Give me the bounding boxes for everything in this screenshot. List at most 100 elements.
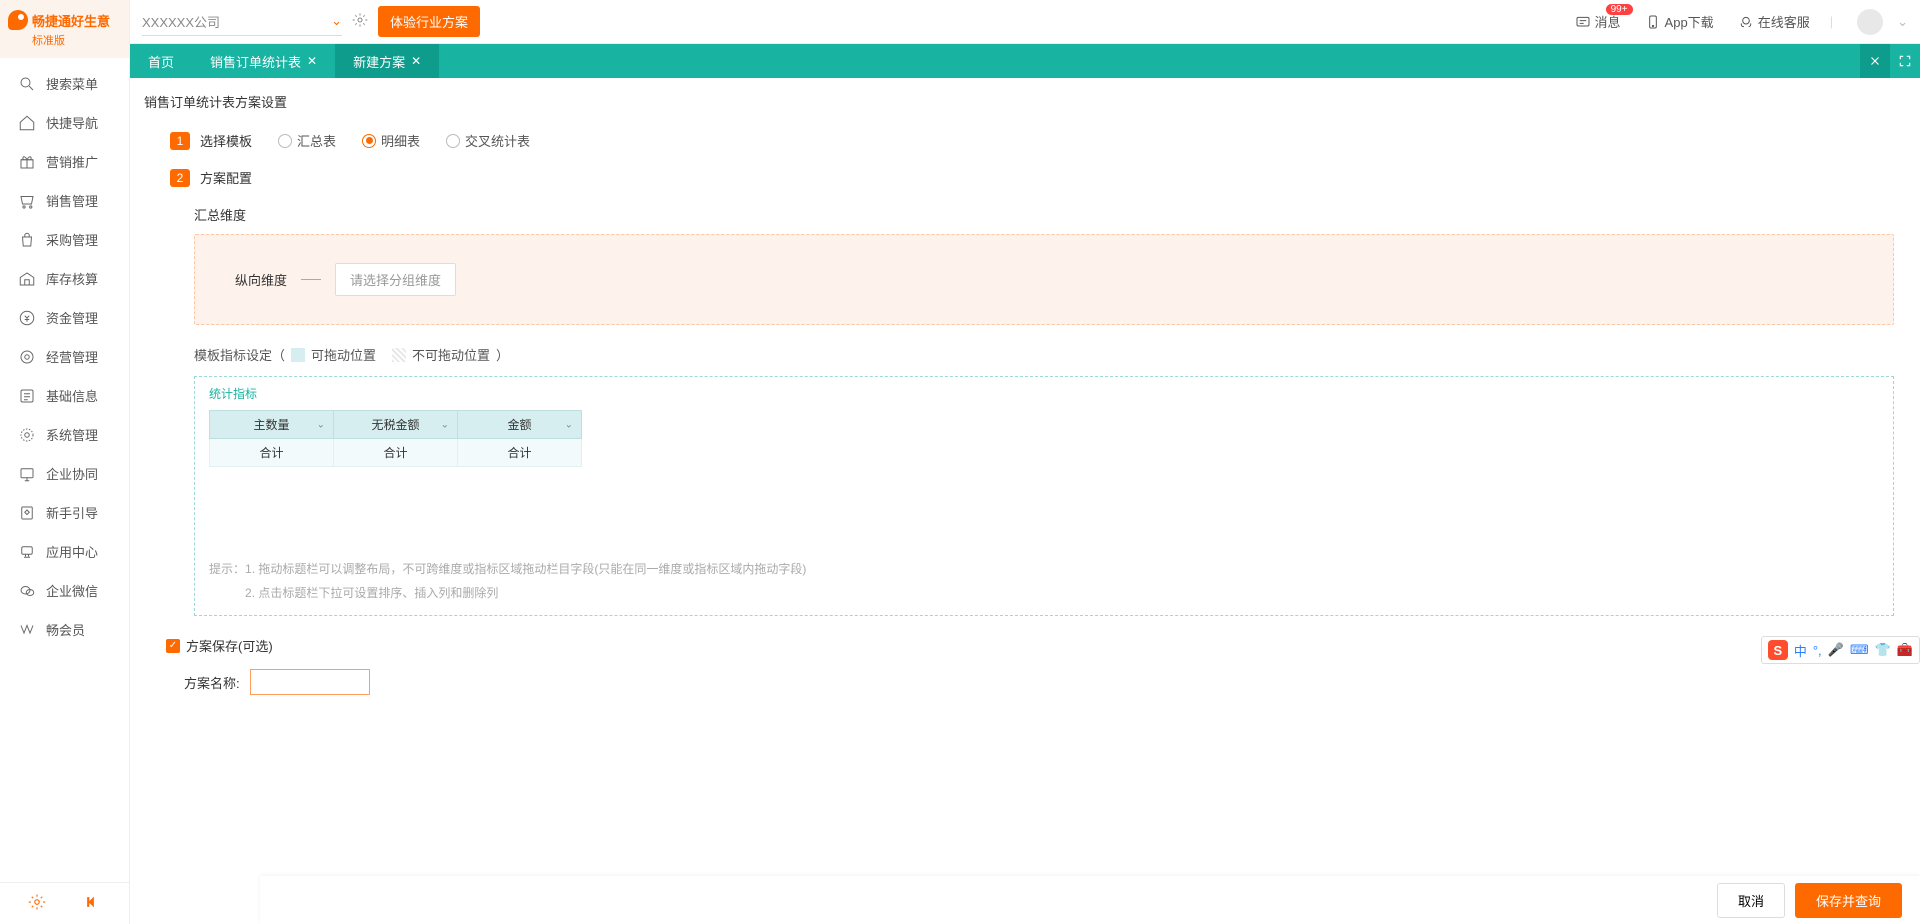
nav-stock[interactable]: 库存核算 [0, 259, 129, 298]
indicator-setting-suffix: ） [496, 345, 509, 364]
nav-label: 采购管理 [46, 230, 98, 249]
nav-business[interactable]: 经营管理 [0, 337, 129, 376]
tab-label: 销售订单统计表 [210, 52, 301, 71]
nav-label: 快捷导航 [46, 113, 98, 132]
indicator-cell: 合计 [334, 439, 458, 467]
indicator-cell: 合计 [210, 439, 334, 467]
nav-quick[interactable]: 快捷导航 [0, 103, 129, 142]
indicator-header[interactable]: 主数量 ⌄ [210, 411, 334, 439]
avatar[interactable] [1857, 9, 1883, 35]
nav-label: 企业微信 [46, 581, 98, 600]
manage-icon [18, 348, 36, 366]
ime-punct-icon[interactable]: °, [1813, 643, 1822, 658]
nav-search[interactable]: 搜索菜单 [0, 64, 129, 103]
indicator-table: 主数量 ⌄ 无税金额⌄ 金额⌄ 合计 合计 合计 [209, 410, 582, 467]
scheme-name-label: 方案名称: [184, 673, 240, 692]
company-name: XXXXXX公司 [142, 12, 220, 31]
tab-home[interactable]: 首页 [130, 44, 192, 78]
nav-label: 系统管理 [46, 425, 98, 444]
dash-icon [301, 279, 321, 280]
brand-name: 畅捷通好生意 [32, 11, 110, 30]
radio-label: 汇总表 [297, 131, 336, 150]
close-icon[interactable]: ✕ [411, 54, 421, 68]
gear-icon[interactable] [352, 12, 368, 31]
info-icon [18, 387, 36, 405]
radio-label: 交叉统计表 [465, 131, 530, 150]
ime-toolbox-icon[interactable]: 🧰 [1897, 642, 1913, 658]
nav-purchase[interactable]: 采购管理 [0, 220, 129, 259]
settings-icon[interactable] [28, 893, 46, 914]
ime-toolbar[interactable]: S 中 °, 🎤 ⌨ 👕 🧰 [1761, 636, 1920, 664]
save-query-button[interactable]: 保存并查询 [1795, 883, 1902, 918]
indicator-header[interactable]: 无税金额⌄ [334, 411, 458, 439]
nav-funds[interactable]: 资金管理 [0, 298, 129, 337]
online-service-label: 在线客服 [1758, 12, 1810, 31]
messages-button[interactable]: 消息 99+ [1575, 12, 1621, 31]
ime-logo-icon: S [1768, 640, 1788, 660]
radio-cross[interactable]: 交叉统计表 [446, 131, 530, 150]
gift-icon [18, 153, 36, 171]
tab-new-scheme[interactable]: 新建方案✕ [335, 44, 439, 78]
draggable-swatch-icon [291, 348, 305, 362]
ime-skin-icon[interactable]: 👕 [1875, 642, 1891, 658]
apps-icon [18, 543, 36, 561]
nav-label: 资金管理 [46, 308, 98, 327]
online-service-button[interactable]: 在线客服 [1738, 12, 1810, 31]
nav-label: 企业协同 [46, 464, 98, 483]
save-scheme-row: ✓ 方案保存(可选) [166, 636, 1894, 655]
tabstrip-close-button[interactable] [1860, 44, 1890, 78]
nav-vip[interactable]: 畅会员 [0, 610, 129, 649]
brand-edition: 标准版 [32, 32, 121, 48]
company-selector[interactable]: XXXXXX公司 ⌄ [142, 8, 342, 36]
app-download-button[interactable]: App下载 [1645, 12, 1714, 31]
radio-detail[interactable]: 明细表 [362, 131, 420, 150]
nav-system[interactable]: 系统管理 [0, 415, 129, 454]
close-icon[interactable]: ✕ [307, 54, 317, 68]
ime-lang[interactable]: 中 [1794, 641, 1807, 660]
nav-apps[interactable]: 应用中心 [0, 532, 129, 571]
tab-stat[interactable]: 销售订单统计表 ✕ [192, 44, 335, 78]
hint-prefix: 提示： [209, 562, 245, 576]
collapse-icon[interactable] [83, 893, 101, 914]
indicator-header[interactable]: 金额⌄ [458, 411, 582, 439]
radio-label: 明细表 [381, 131, 420, 150]
bag-icon [18, 231, 36, 249]
indicator-box: 统计指标 主数量 ⌄ 无税金额⌄ 金额⌄ 合计 合计 合计 [194, 376, 1894, 616]
app-download-label: App下载 [1665, 12, 1714, 31]
sidebar: 畅捷通好生意 标准版 搜索菜单 快捷导航 营销推广 销售管理 采购管理 库存核算… [0, 0, 130, 924]
fullscreen-button[interactable] [1890, 44, 1920, 78]
tab-label: 首页 [148, 52, 174, 71]
nav-marketing[interactable]: 营销推广 [0, 142, 129, 181]
radio-summary[interactable]: 汇总表 [278, 131, 336, 150]
chevron-down-icon: ⌄ [317, 419, 325, 430]
collab-icon [18, 465, 36, 483]
stat-indicator-title: 统计指标 [195, 377, 1893, 410]
user-chevron-icon[interactable]: ⌄ [1897, 14, 1908, 30]
ime-mic-icon[interactable]: 🎤 [1828, 642, 1844, 658]
step-badge-2: 2 [170, 169, 190, 187]
indicator-setting-label-row: 模板指标设定（ 可拖动位置 不可拖动位置 ） [194, 345, 1894, 364]
nav-guide[interactable]: 新手引导 [0, 493, 129, 532]
nav-label: 销售管理 [46, 191, 98, 210]
chevron-down-icon: ⌄ [331, 13, 342, 29]
scheme-name-input[interactable] [250, 669, 370, 695]
indicator-section: 模板指标设定（ 可拖动位置 不可拖动位置 ） 统计指标 主数量 ⌄ 无税金额⌄ 金… [194, 345, 1894, 616]
dimension-select[interactable]: 请选择分组维度 [335, 263, 456, 296]
nav-collab[interactable]: 企业协同 [0, 454, 129, 493]
nav-basic[interactable]: 基础信息 [0, 376, 129, 415]
indicator-setting-label: 模板指标设定（ [194, 345, 285, 364]
hint1: 1. 拖动标题栏可以调整布局，不可跨维度或指标区域拖动栏目字段(只能在同一维度或… [245, 562, 806, 576]
indicator-cell: 合计 [458, 439, 582, 467]
header-label: 主数量 [253, 418, 289, 432]
radio-icon [446, 134, 460, 148]
wechat-icon [18, 582, 36, 600]
ime-keyboard-icon[interactable]: ⌨ [1850, 642, 1869, 658]
nav-label: 新手引导 [46, 503, 98, 522]
nav-sales[interactable]: 销售管理 [0, 181, 129, 220]
money-icon [18, 309, 36, 327]
try-solution-button[interactable]: 体验行业方案 [378, 6, 480, 37]
nav-wechat[interactable]: 企业微信 [0, 571, 129, 610]
messages-badge: 99+ [1606, 4, 1633, 15]
save-checkbox[interactable]: ✓ [166, 639, 180, 653]
cancel-button[interactable]: 取消 [1717, 883, 1785, 918]
